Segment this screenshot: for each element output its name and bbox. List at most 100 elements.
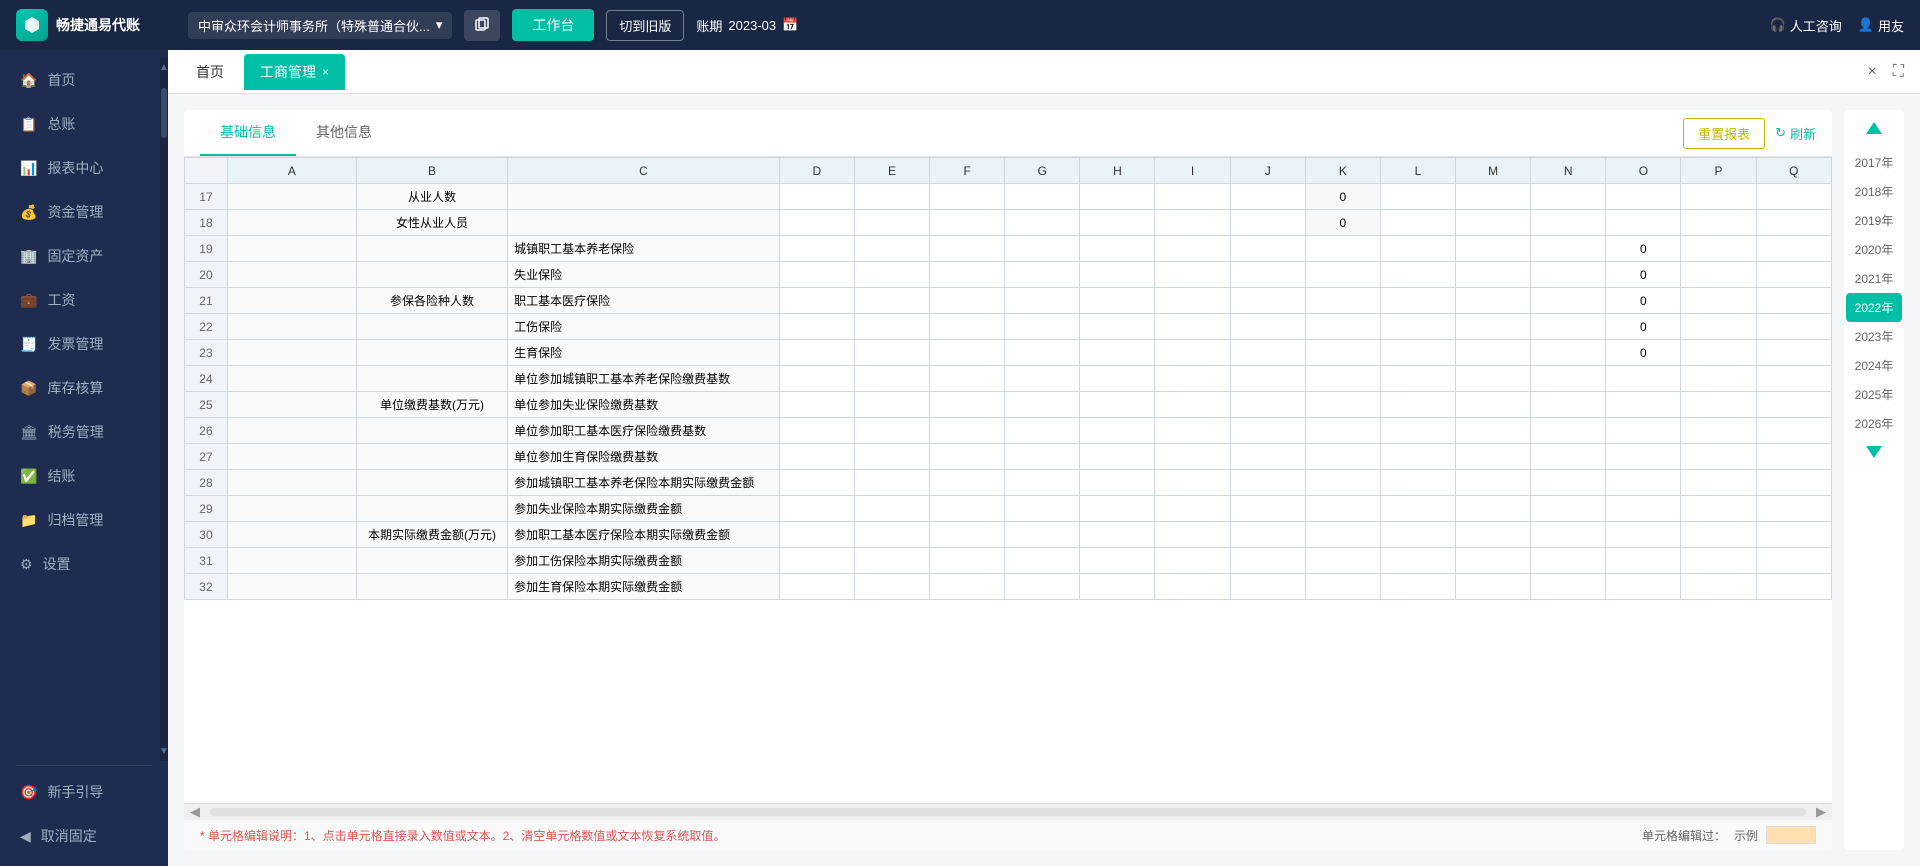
cell-23k[interactable] (1305, 340, 1380, 366)
cell-27e[interactable] (854, 444, 929, 470)
cell-25a[interactable] (227, 392, 356, 418)
cell-18i[interactable] (1155, 210, 1230, 236)
sidebar-item-tax[interactable]: 🏛 税务管理 (0, 410, 168, 454)
cell-25q[interactable] (1756, 392, 1831, 418)
cell-19g[interactable] (1005, 236, 1080, 262)
sidebar-item-payroll[interactable]: 💼 工资 (0, 278, 168, 322)
cell-23c[interactable]: 生育保险 (508, 340, 780, 366)
cell-19f[interactable] (930, 236, 1005, 262)
cell-26b[interactable] (356, 418, 507, 444)
cell-24c[interactable]: 单位参加城镇职工基本养老保险缴费基数 (508, 366, 780, 392)
cell-29a[interactable] (227, 496, 356, 522)
cell-17o[interactable] (1606, 184, 1681, 210)
cell-26o[interactable] (1606, 418, 1681, 444)
cell-21g[interactable] (1005, 288, 1080, 314)
cell-29c[interactable]: 参加失业保险本期实际缴费金额 (508, 496, 780, 522)
horizontal-scrollbar[interactable]: ◀ ▶ (184, 803, 1832, 819)
cell-17j[interactable] (1230, 184, 1305, 210)
cell-17k[interactable]: 0 (1305, 184, 1380, 210)
year-up-btn[interactable] (1860, 114, 1888, 148)
cell-26j[interactable] (1230, 418, 1305, 444)
cell-32d[interactable] (779, 574, 854, 600)
cell-24i[interactable] (1155, 366, 1230, 392)
cell-32a[interactable] (227, 574, 356, 600)
cell-18n[interactable] (1531, 210, 1606, 236)
cell-23f[interactable] (930, 340, 1005, 366)
cell-17h[interactable] (1080, 184, 1155, 210)
cell-21f[interactable] (930, 288, 1005, 314)
cell-30b[interactable]: 本期实际缴费金额(万元) (356, 522, 507, 548)
cell-17n[interactable] (1531, 184, 1606, 210)
cell-19q[interactable] (1756, 236, 1831, 262)
cell-28c[interactable]: 参加城镇职工基本养老保险本期实际缴费金额 (508, 470, 780, 496)
cell-27p[interactable] (1681, 444, 1756, 470)
cell-20o[interactable]: 0 (1606, 262, 1681, 288)
cell-27i[interactable] (1155, 444, 1230, 470)
cell-22k[interactable] (1305, 314, 1380, 340)
year-item-2025[interactable]: 2025年 (1846, 380, 1902, 409)
cell-18c[interactable] (508, 210, 780, 236)
cell-25b[interactable]: 单位缴费基数(万元) (356, 392, 507, 418)
cell-17e[interactable] (854, 184, 929, 210)
cell-19i[interactable] (1155, 236, 1230, 262)
cell-19e[interactable] (854, 236, 929, 262)
cell-20j[interactable] (1230, 262, 1305, 288)
cell-17i[interactable] (1155, 184, 1230, 210)
cell-28g[interactable] (1005, 470, 1080, 496)
scroll-left-btn[interactable]: ◀ (184, 804, 206, 820)
scroll-right-btn[interactable]: ▶ (1810, 804, 1832, 820)
sidebar-item-finance[interactable]: 💰 资金管理 (0, 190, 168, 234)
cell-30g[interactable] (1005, 522, 1080, 548)
cell-20m[interactable] (1456, 262, 1531, 288)
cell-20e[interactable] (854, 262, 929, 288)
cell-22o[interactable]: 0 (1606, 314, 1681, 340)
cell-20i[interactable] (1155, 262, 1230, 288)
cell-28i[interactable] (1155, 470, 1230, 496)
sidebar-item-close[interactable]: ✅ 结账 (0, 454, 168, 498)
cell-27h[interactable] (1080, 444, 1155, 470)
cell-24p[interactable] (1681, 366, 1756, 392)
sidebar-item-invoice[interactable]: 🧾 发票管理 (0, 322, 168, 366)
cell-32h[interactable] (1080, 574, 1155, 600)
cell-18b[interactable]: 女性从业人员 (356, 210, 507, 236)
cell-24b[interactable] (356, 366, 507, 392)
cell-26p[interactable] (1681, 418, 1756, 444)
cell-23q[interactable] (1756, 340, 1831, 366)
year-item-2019[interactable]: 2019年 (1846, 206, 1902, 235)
cell-21e[interactable] (854, 288, 929, 314)
cell-18h[interactable] (1080, 210, 1155, 236)
cell-20h[interactable] (1080, 262, 1155, 288)
cell-32j[interactable] (1230, 574, 1305, 600)
cell-22j[interactable] (1230, 314, 1305, 340)
cell-20n[interactable] (1531, 262, 1606, 288)
spreadsheet-scroll[interactable]: A B C D E F G H I J (184, 157, 1832, 803)
cell-17f[interactable] (930, 184, 1005, 210)
cell-31d[interactable] (779, 548, 854, 574)
cell-25l[interactable] (1380, 392, 1455, 418)
cell-18l[interactable] (1380, 210, 1455, 236)
cell-24e[interactable] (854, 366, 929, 392)
cell-29d[interactable] (779, 496, 854, 522)
cell-23e[interactable] (854, 340, 929, 366)
cell-28o[interactable] (1606, 470, 1681, 496)
cell-31q[interactable] (1756, 548, 1831, 574)
cell-20p[interactable] (1681, 262, 1756, 288)
cell-25o[interactable] (1606, 392, 1681, 418)
cell-22g[interactable] (1005, 314, 1080, 340)
cell-24j[interactable] (1230, 366, 1305, 392)
cell-30k[interactable] (1305, 522, 1380, 548)
cell-25i[interactable] (1155, 392, 1230, 418)
cell-25j[interactable] (1230, 392, 1305, 418)
cell-32n[interactable] (1531, 574, 1606, 600)
cell-29g[interactable] (1005, 496, 1080, 522)
cell-22h[interactable] (1080, 314, 1155, 340)
cell-29e[interactable] (854, 496, 929, 522)
cell-17q[interactable] (1756, 184, 1831, 210)
cell-29o[interactable] (1606, 496, 1681, 522)
cell-31a[interactable] (227, 548, 356, 574)
tab-home[interactable]: 首页 (180, 54, 240, 90)
cell-24a[interactable] (227, 366, 356, 392)
cell-31l[interactable] (1380, 548, 1455, 574)
cell-27n[interactable] (1531, 444, 1606, 470)
cell-24k[interactable] (1305, 366, 1380, 392)
